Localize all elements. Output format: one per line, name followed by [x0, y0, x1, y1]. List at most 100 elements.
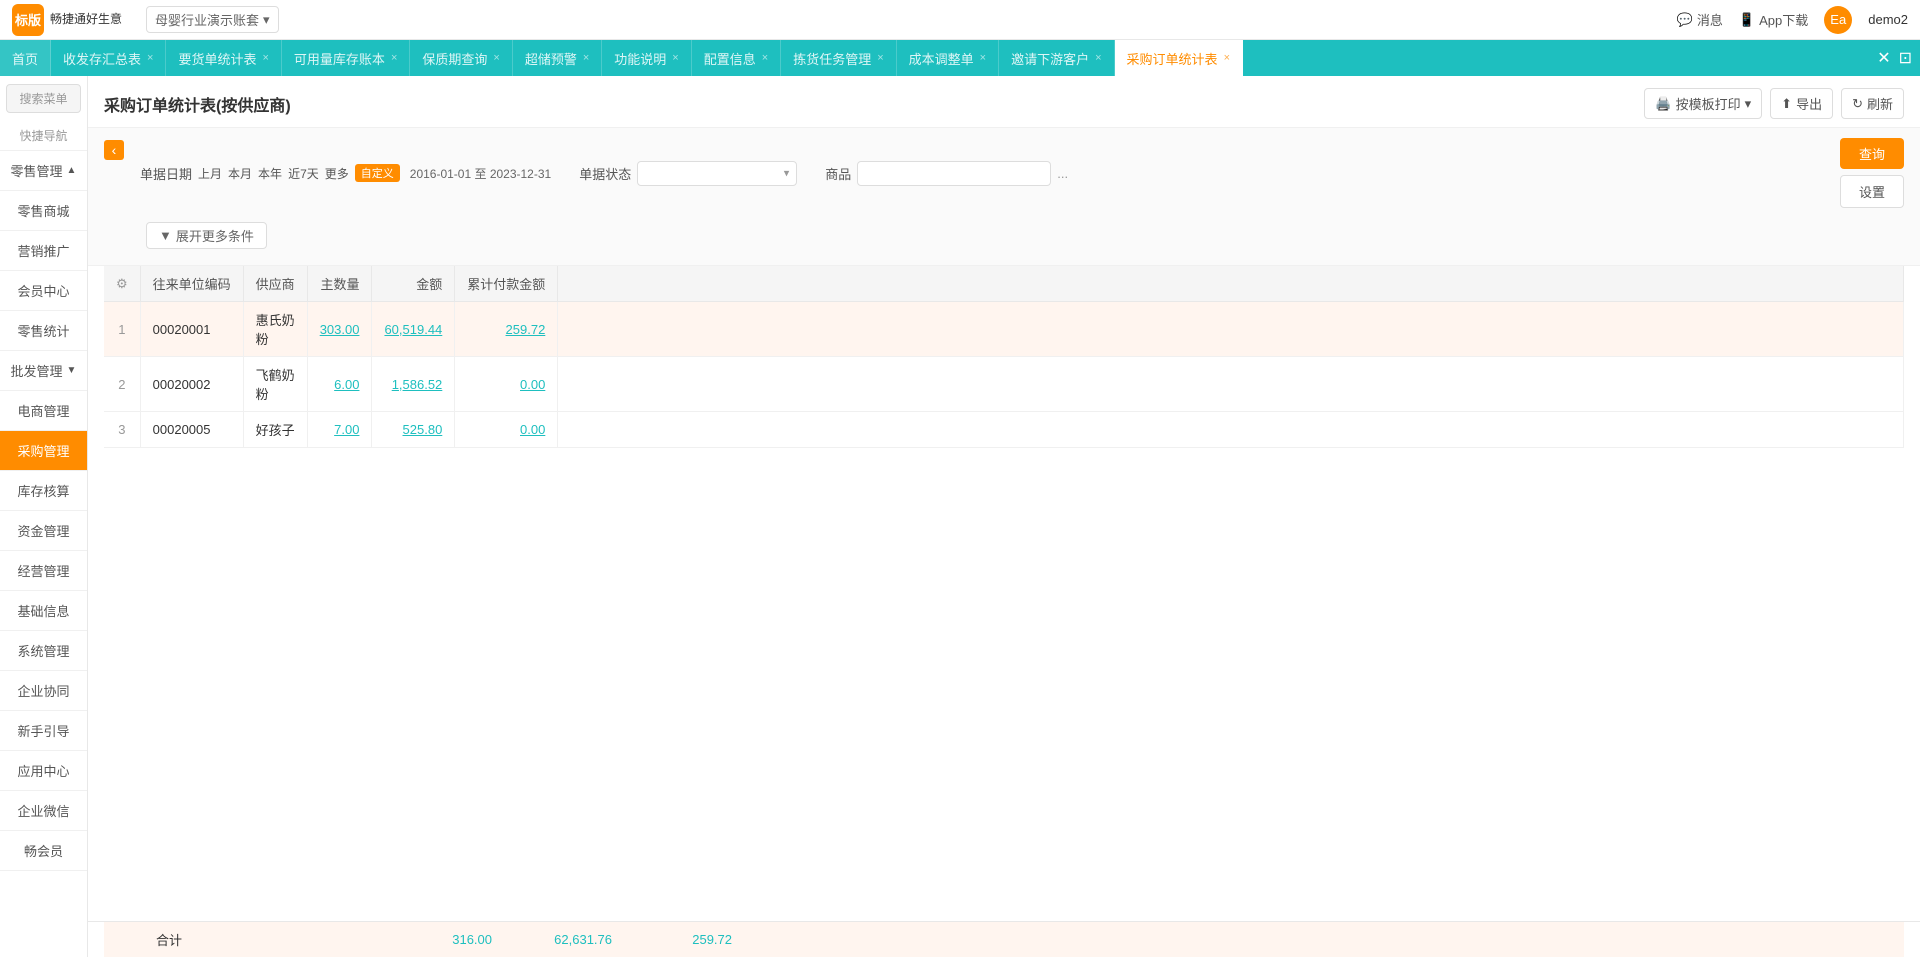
- sidebar-item-free-member[interactable]: 畅会员: [0, 831, 87, 871]
- sidebar-item-retail-mall[interactable]: 零售商城: [0, 191, 87, 231]
- tab-available-stock[interactable]: 可用量库存账本 ×: [282, 40, 410, 76]
- tab-bar-end: ✕ ⊡: [1869, 48, 1920, 68]
- setting-button[interactable]: 设置: [1840, 175, 1904, 208]
- row-2-paid-link[interactable]: 0.00: [520, 377, 545, 392]
- tab-cost-adjust-close[interactable]: ×: [980, 52, 986, 64]
- tab-invite-downstream-close[interactable]: ×: [1095, 52, 1101, 64]
- tab-purchase-stats[interactable]: 采购订单统计表 ×: [1115, 40, 1243, 76]
- tab-goods-stats-close[interactable]: ×: [262, 52, 268, 64]
- sidebar-item-marketing[interactable]: 营销推广: [0, 231, 87, 271]
- sidebar-item-retail-mgmt[interactable]: 零售管理 ▲: [0, 151, 87, 191]
- sidebar-item-new-guide[interactable]: 新手引导: [0, 711, 87, 751]
- sidebar-item-wholesale-mgmt[interactable]: 批发管理 ▼: [0, 351, 87, 391]
- tab-goods-stats[interactable]: 要货单统计表 ×: [166, 40, 281, 76]
- tab-config-info[interactable]: 配置信息 ×: [692, 40, 781, 76]
- sidebar-item-ops-mgmt-label: 经营管理: [17, 561, 69, 580]
- row-3-paid-link[interactable]: 0.00: [520, 422, 545, 437]
- tab-config-info-close[interactable]: ×: [762, 52, 768, 64]
- tab-close-all-icon[interactable]: ✕: [1877, 48, 1890, 68]
- row-1-amount-link[interactable]: 60,519.44: [384, 322, 442, 337]
- sidebar-item-ops-mgmt[interactable]: 经营管理: [0, 551, 87, 591]
- filter-collapse-button[interactable]: ‹: [104, 140, 124, 160]
- sidebar-item-enterprise-collab-label: 企业协同: [17, 681, 69, 700]
- status-filter-item: 单据状态: [579, 161, 797, 186]
- sidebar-item-member-center[interactable]: 会员中心: [0, 271, 87, 311]
- template-print-button[interactable]: 🖨️ 按模板打印 ▾: [1644, 88, 1762, 119]
- tab-receive-send-close[interactable]: ×: [147, 52, 153, 64]
- expand-more-conditions-button[interactable]: ▼ 展开更多条件: [146, 222, 267, 249]
- table-container: ⚙ 往来单位编码 供应商 主数量 金额 累计付款金额 1 00020001 惠氏…: [88, 266, 1920, 921]
- tab-function-desc-close[interactable]: ×: [672, 52, 678, 64]
- row-2-code: 00020002: [140, 357, 243, 412]
- sidebar-item-enterprise-wechat[interactable]: 企业微信: [0, 791, 87, 831]
- sidebar-item-inventory-check[interactable]: 库存核算: [0, 471, 87, 511]
- message-btn[interactable]: 💬 消息: [1677, 10, 1723, 29]
- tab-receive-send[interactable]: 收发存汇总表 ×: [51, 40, 166, 76]
- tab-home[interactable]: 首页: [0, 40, 51, 76]
- row-1-quantity-link[interactable]: 303.00: [320, 322, 360, 337]
- search-menu-button[interactable]: 搜索菜单: [6, 84, 81, 113]
- row-1-amount: 60,519.44: [372, 302, 455, 357]
- main-layout: 搜索菜单 快捷导航 零售管理 ▲ 零售商城 营销推广 会员中心 零售统计 批发管…: [0, 76, 1920, 957]
- goods-filter-item: 商品 ...: [825, 161, 1068, 186]
- date-link-prev-month[interactable]: 上月: [198, 165, 222, 182]
- tab-cost-adjust[interactable]: 成本调整单 ×: [897, 40, 999, 76]
- sidebar-item-retail-mgmt-label: 零售管理: [11, 161, 63, 180]
- row-2-amount-link[interactable]: 1,586.52: [392, 377, 443, 392]
- tab-maximize-icon[interactable]: ⊡: [1899, 48, 1912, 68]
- sidebar-item-retail-stats[interactable]: 零售统计: [0, 311, 87, 351]
- footer-amount: 62,631.76: [504, 932, 624, 947]
- col-unit-code: 往来单位编码: [140, 266, 243, 302]
- sidebar-item-system-mgmt[interactable]: 系统管理: [0, 631, 87, 671]
- chevron-down-icon: ▾: [263, 12, 270, 28]
- avatar[interactable]: Ea: [1824, 6, 1852, 34]
- row-3-quantity-link[interactable]: 7.00: [334, 422, 359, 437]
- date-link-this-year[interactable]: 本年: [258, 165, 282, 182]
- refresh-button[interactable]: ↻ 刷新: [1841, 88, 1904, 119]
- tab-available-stock-close[interactable]: ×: [391, 52, 397, 64]
- tab-pick-task-label: 拣货任务管理: [793, 49, 871, 68]
- sidebar-item-marketing-label: 营销推广: [17, 241, 69, 260]
- sidebar-item-fund-mgmt[interactable]: 资金管理: [0, 511, 87, 551]
- row-3-amount-link[interactable]: 525.80: [403, 422, 443, 437]
- tab-expiry-query[interactable]: 保质期查询 ×: [410, 40, 512, 76]
- tab-expiry-query-close[interactable]: ×: [493, 52, 499, 64]
- goods-filter-ellipsis[interactable]: ...: [1057, 166, 1068, 181]
- tab-purchase-stats-close[interactable]: ×: [1224, 52, 1230, 64]
- purchase-stats-table: ⚙ 往来单位编码 供应商 主数量 金额 累计付款金额 1 00020001 惠氏…: [104, 266, 1904, 448]
- date-link-this-month[interactable]: 本月: [228, 165, 252, 182]
- sidebar-item-app-center[interactable]: 应用中心: [0, 751, 87, 791]
- goods-filter-input[interactable]: [857, 161, 1051, 186]
- row-1-code: 00020001: [140, 302, 243, 357]
- sidebar-item-purchase-mgmt[interactable]: 采购管理: [0, 431, 87, 471]
- query-button[interactable]: 查询: [1840, 138, 1904, 169]
- sidebar-item-basic-info[interactable]: 基础信息: [0, 591, 87, 631]
- date-link-custom[interactable]: 自定义: [355, 164, 400, 182]
- table-footer: 合计 316.00 62,631.76 259.72: [88, 921, 1920, 957]
- export-button[interactable]: ⬆ 导出: [1770, 88, 1833, 119]
- settings-icon[interactable]: ⚙: [116, 276, 128, 291]
- date-link-7days[interactable]: 近7天: [288, 165, 319, 182]
- sidebar-item-enterprise-collab[interactable]: 企业协同: [0, 671, 87, 711]
- sidebar-item-fund-mgmt-label: 资金管理: [17, 521, 69, 540]
- row-2-quantity-link[interactable]: 6.00: [334, 377, 359, 392]
- row-1-paid-link[interactable]: 259.72: [506, 322, 546, 337]
- tab-home-label: 首页: [12, 49, 38, 68]
- row-1-index: 1: [104, 302, 140, 357]
- message-icon: 💬: [1677, 12, 1693, 28]
- sidebar: 搜索菜单 快捷导航 零售管理 ▲ 零售商城 营销推广 会员中心 零售统计 批发管…: [0, 76, 88, 957]
- workspace-selector[interactable]: 母婴行业演示账套 ▾: [146, 6, 279, 33]
- date-filter-item: 单据日期 上月 本月 本年 近7天 更多 自定义 2016-01-01 至 20…: [140, 164, 551, 183]
- chevron-down-icon: ▼: [67, 365, 77, 376]
- tab-function-desc[interactable]: 功能说明 ×: [602, 40, 691, 76]
- tab-overstock-warning-close[interactable]: ×: [583, 52, 589, 64]
- tab-pick-task[interactable]: 拣货任务管理 ×: [781, 40, 896, 76]
- status-select[interactable]: [637, 161, 797, 186]
- tab-pick-task-close[interactable]: ×: [877, 52, 883, 64]
- tab-overstock-warning[interactable]: 超储预警 ×: [513, 40, 602, 76]
- sidebar-item-ecommerce-mgmt[interactable]: 电商管理: [0, 391, 87, 431]
- date-link-more[interactable]: 更多: [325, 165, 349, 182]
- tab-invite-downstream[interactable]: 邀请下游客户 ×: [999, 40, 1114, 76]
- app-download-btn[interactable]: 📱 App下载: [1739, 10, 1808, 29]
- quick-nav-button[interactable]: 快捷导航: [0, 121, 87, 151]
